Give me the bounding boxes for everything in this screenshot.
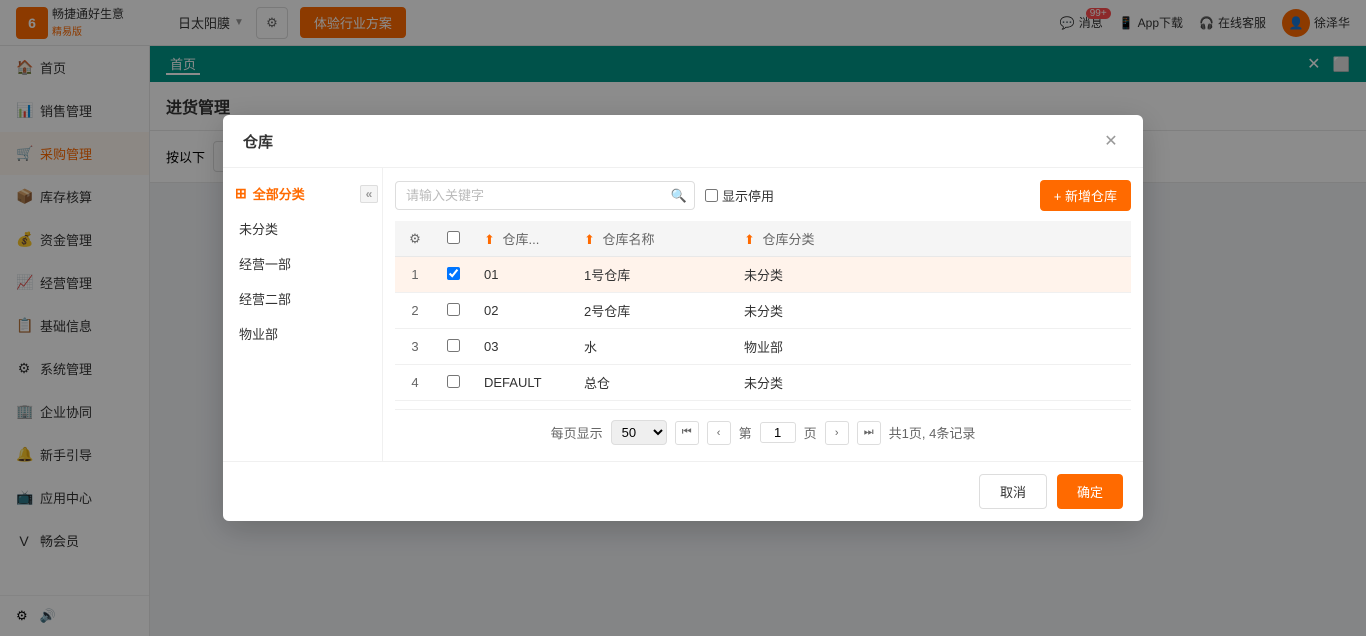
show-disabled-label: 显示停用	[705, 186, 774, 205]
row-code: 03	[472, 329, 572, 365]
show-disabled-text: 显示停用	[722, 186, 774, 205]
row-action-cell: 1	[395, 257, 435, 293]
category-item-unclassified[interactable]: 未分类	[223, 211, 382, 246]
modal-close-button[interactable]: ✕	[1099, 129, 1123, 153]
row-name: 总仓	[572, 365, 732, 401]
category-item-property[interactable]: 物业部	[223, 316, 382, 351]
row-category: 未分类	[732, 293, 1131, 329]
add-warehouse-button[interactable]: + 新增仓库	[1040, 180, 1131, 211]
search-icon: 🔍	[671, 188, 687, 204]
row-number: 4	[411, 375, 418, 390]
select-all-checkbox[interactable]	[447, 231, 460, 244]
show-disabled-checkbox[interactable]	[705, 189, 718, 202]
table-toolbar: 🔍 显示停用 + 新增仓库	[395, 180, 1131, 211]
col-name-header: ⬆ 仓库名称	[572, 221, 732, 257]
row-action-cell: 3	[395, 329, 435, 365]
row-checkbox-cell	[435, 293, 472, 329]
first-page-button[interactable]: ⏮	[675, 421, 699, 445]
warehouse-table: ⚙ ⬆ 仓库... ⬆	[395, 221, 1131, 401]
category-item-ops2[interactable]: 经营二部	[223, 281, 382, 316]
table-row[interactable]: 3 03 水 物业部	[395, 329, 1131, 365]
col-settings: ⚙	[395, 221, 435, 257]
page-number-input[interactable]	[760, 422, 796, 443]
col-code-header: ⬆ 仓库...	[472, 221, 572, 257]
sort-icon-name: ⬆	[584, 232, 595, 247]
row-name: 1号仓库	[572, 257, 732, 293]
table-row[interactable]: 2 02 2号仓库 未分类	[395, 293, 1131, 329]
sort-icon-code: ⬆	[484, 232, 495, 247]
row-name: 2号仓库	[572, 293, 732, 329]
row-name: 水	[572, 329, 732, 365]
last-page-button[interactable]: ⏭	[857, 421, 881, 445]
table-row[interactable]: 4 DEFAULT 总仓 未分类	[395, 365, 1131, 401]
table-panel: 🔍 显示停用 + 新增仓库 ⚙	[383, 168, 1143, 461]
col-checkbox-header	[435, 221, 472, 257]
modal-body: ⊞ 全部分类 « 未分类 经营一部 经营二部 物业部	[223, 168, 1143, 461]
col-category-header: ⬆ 仓库分类	[732, 221, 1131, 257]
row-code: 02	[472, 293, 572, 329]
row-checkbox[interactable]	[447, 339, 460, 352]
row-number: 3	[411, 339, 418, 354]
row-number: 1	[411, 267, 418, 282]
warehouse-modal: 仓库 ✕ ⊞ 全部分类 « 未分类 经营一部 经营二部	[223, 115, 1143, 521]
prev-page-button[interactable]: ‹	[707, 421, 731, 445]
page-label-first: 第	[739, 423, 752, 442]
pagination: 每页显示 50 100 200 ⏮ ‹ 第 页 › ⏭ 共1页, 4条记录	[395, 409, 1131, 449]
row-checkbox[interactable]	[447, 267, 460, 280]
modal-header: 仓库 ✕	[223, 115, 1143, 168]
page-label-second: 页	[804, 423, 817, 442]
modal-footer: 取消 确定	[223, 461, 1143, 521]
row-number: 2	[411, 303, 418, 318]
row-checkbox-cell	[435, 329, 472, 365]
category-panel: ⊞ 全部分类 « 未分类 经营一部 经营二部 物业部	[223, 168, 383, 461]
row-action-cell: 2	[395, 293, 435, 329]
row-code: 01	[472, 257, 572, 293]
row-checkbox[interactable]	[447, 303, 460, 316]
row-action-cell: 4	[395, 365, 435, 401]
category-all-header[interactable]: ⊞ 全部分类 «	[223, 176, 382, 211]
modal-overlay: 仓库 ✕ ⊞ 全部分类 « 未分类 经营一部 经营二部	[0, 0, 1366, 636]
cancel-button[interactable]: 取消	[979, 474, 1047, 509]
search-input[interactable]	[395, 181, 695, 210]
row-checkbox-cell	[435, 257, 472, 293]
row-category: 未分类	[732, 257, 1131, 293]
row-checkbox-cell	[435, 365, 472, 401]
next-page-button[interactable]: ›	[825, 421, 849, 445]
row-category: 未分类	[732, 365, 1131, 401]
sort-icon-category: ⬆	[744, 232, 755, 247]
category-all-label: 全部分类	[253, 184, 305, 203]
page-total-info: 共1页, 4条记录	[889, 423, 976, 442]
per-page-select[interactable]: 50 100 200	[611, 420, 667, 445]
category-item-ops1[interactable]: 经营一部	[223, 246, 382, 281]
grid-icon: ⊞	[235, 185, 247, 202]
confirm-button[interactable]: 确定	[1057, 474, 1123, 509]
search-box: 🔍	[395, 181, 695, 210]
category-collapse-button[interactable]: «	[360, 185, 378, 203]
per-page-label: 每页显示	[551, 423, 603, 442]
modal-title: 仓库	[243, 131, 273, 152]
col-settings-icon: ⚙	[409, 231, 421, 246]
row-category: 物业部	[732, 329, 1131, 365]
row-code: DEFAULT	[472, 365, 572, 401]
row-checkbox[interactable]	[447, 375, 460, 388]
table-row[interactable]: 1 01 1号仓库 未分类	[395, 257, 1131, 293]
